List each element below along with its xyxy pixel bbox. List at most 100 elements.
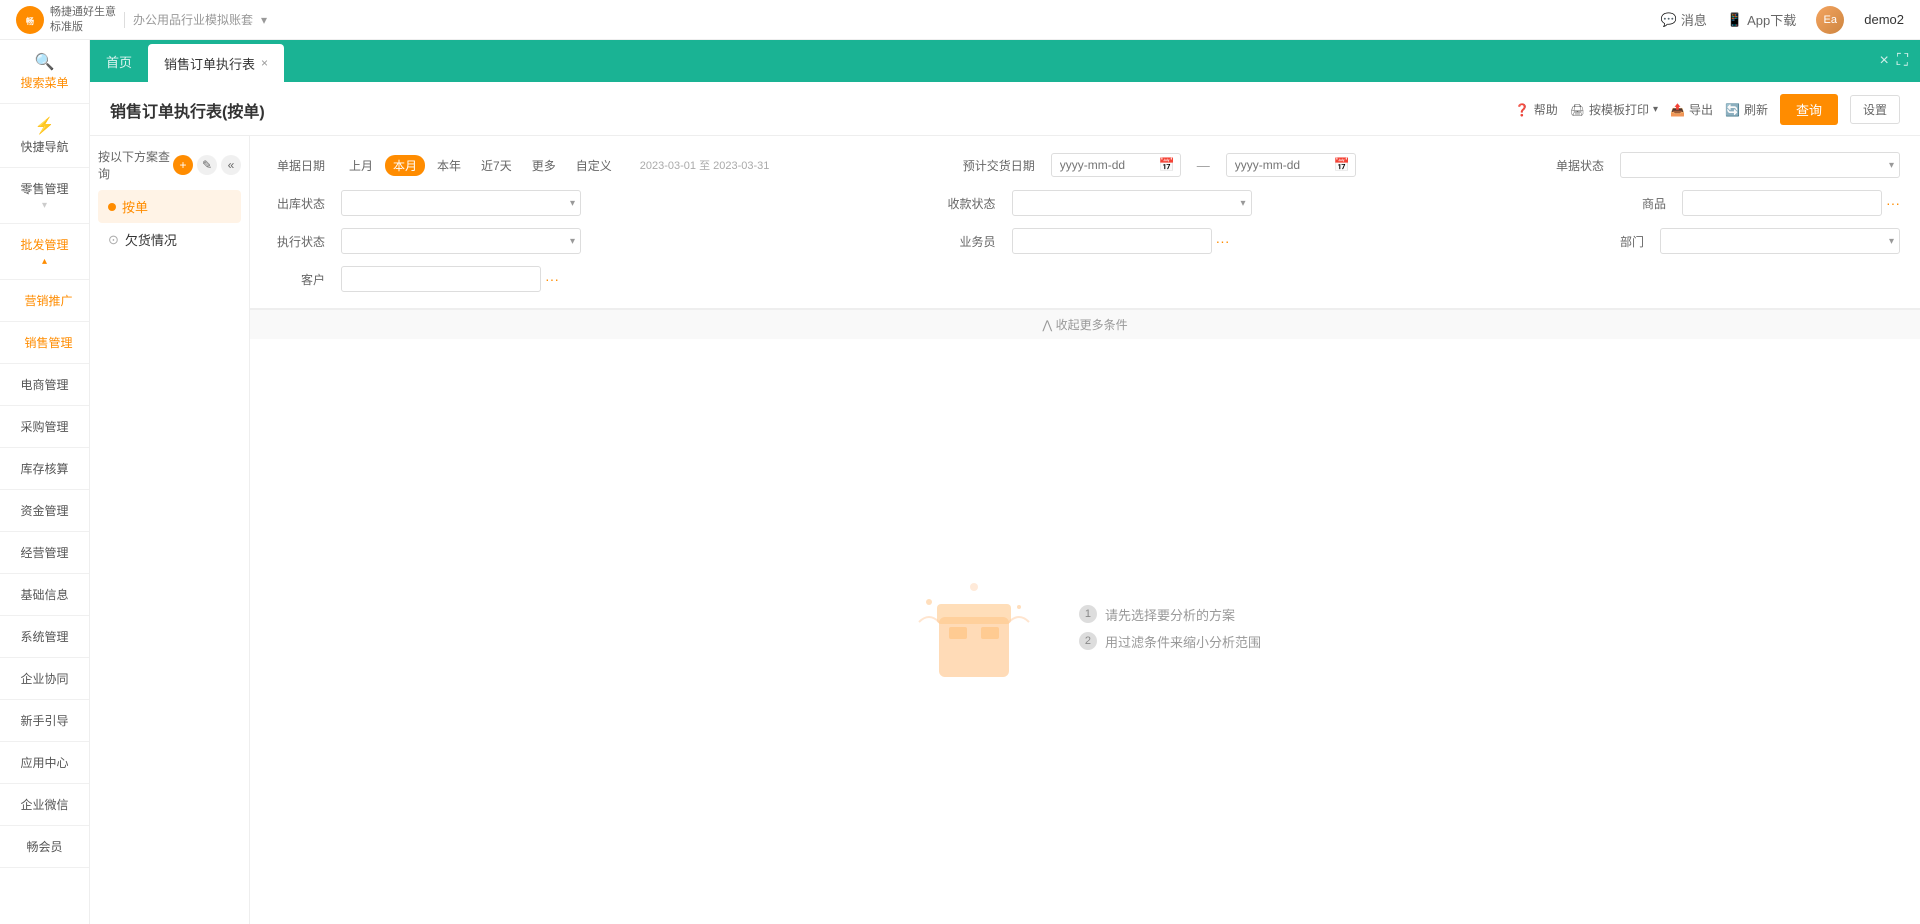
tab-close-window[interactable]: × [1879, 52, 1888, 70]
sidebar-item-inventory[interactable]: 库存核算 [0, 448, 89, 490]
product-dots-btn[interactable]: ··· [1886, 195, 1900, 211]
out-status-select[interactable] [341, 190, 581, 216]
messages-btn[interactable]: 💬 消息 [1661, 10, 1707, 29]
sidebar-item-ecommerce[interactable]: 电商管理 [0, 364, 89, 406]
sidebar-item-quicknav[interactable]: ⚡ 快捷导航 [0, 104, 89, 168]
help-btn[interactable]: ❓ 帮助 [1515, 101, 1558, 118]
sidebar-item-finance[interactable]: 资金管理 [0, 490, 89, 532]
sidebar-sub-sales[interactable]: 销售管理 [0, 322, 89, 364]
sidebar-item-operations[interactable]: 经营管理 [0, 532, 89, 574]
username[interactable]: demo2 [1864, 12, 1904, 27]
sidebar-item-retail[interactable]: 零售管理 ▾ [0, 168, 89, 224]
tab-close-btn[interactable]: × [261, 56, 268, 70]
date-tag-custom[interactable]: 自定义 [568, 155, 620, 176]
date-tag-more[interactable]: 更多 [524, 155, 564, 176]
date-tag-7days[interactable]: 近7天 [473, 155, 520, 176]
sidebar-item-wholesale[interactable]: 批发管理 ▴ [0, 224, 89, 280]
nav-item-by-order[interactable]: 按单 [98, 190, 241, 223]
date-tag-thisyear[interactable]: 本年 [429, 155, 469, 176]
retail-label: 零售管理 [8, 180, 81, 197]
product-input[interactable] [1682, 190, 1882, 216]
exec-status-field: ▾ [341, 228, 581, 254]
product-field: ··· [1682, 190, 1900, 216]
date-tag-lastmonth[interactable]: 上月 [341, 155, 381, 176]
tab-sales-exec[interactable]: 销售订单执行表 × [148, 44, 284, 82]
date-end-input[interactable] [1226, 153, 1356, 177]
refresh-icon: 🔄 [1725, 103, 1740, 117]
collect-status-label: 收款状态 [941, 195, 996, 212]
tab-expand-btn[interactable]: ⛶ [1897, 52, 1908, 70]
edit-scheme-btn[interactable]: ✎ [197, 155, 217, 175]
date-start-input[interactable] [1051, 153, 1181, 177]
panel-title: 按以下方案查询 [98, 148, 173, 182]
exec-status-select[interactable] [341, 228, 581, 254]
print-icon: 🖨 [1570, 103, 1585, 117]
print-btn[interactable]: 🖨 按模板打印 ▾ [1570, 101, 1658, 118]
sidebar-item-member[interactable]: 畅会员 [0, 826, 89, 868]
sidebar-item-newbie[interactable]: 新手引导 [0, 700, 89, 742]
date-end-wrap: 📅 [1226, 153, 1356, 177]
date-tag-thismonth[interactable]: 本月 [385, 155, 425, 176]
svg-text:畅: 畅 [26, 16, 34, 26]
nav-dot-active [108, 203, 116, 211]
sidebar-item-search[interactable]: 🔍 搜索菜单 [0, 40, 89, 104]
hint-text-2: 用过滤条件来缩小分析范围 [1105, 632, 1261, 651]
left-nav-panel: 按以下方案查询 + ✎ « 按单 ⊙ 欠货情况 [90, 136, 250, 924]
nav-item-debt[interactable]: ⊙ 欠货情况 [98, 223, 241, 256]
refresh-btn[interactable]: 🔄 刷新 [1725, 101, 1768, 118]
customer-dots-btn[interactable]: ··· [545, 271, 559, 287]
filter-section: 单据日期 上月 本月 本年 近7天 更多 自定义 2023-03-01 至 20… [250, 136, 1920, 924]
active-tab-label: 销售订单执行表 [164, 54, 255, 73]
status-select[interactable] [1620, 152, 1900, 178]
sidebar-item-purchase[interactable]: 采购管理 [0, 406, 89, 448]
sidebar-item-system[interactable]: 系统管理 [0, 616, 89, 658]
customer-input[interactable] [341, 266, 541, 292]
avatar[interactable]: Ea [1816, 6, 1844, 34]
salesman-input[interactable] [1012, 228, 1212, 254]
collect-status-field: ▾ [1012, 190, 1252, 216]
date-separator: — [1197, 158, 1210, 173]
sidebar-item-enterprise[interactable]: 企业协同 [0, 658, 89, 700]
sidebar-sub-marketing[interactable]: 营销推广 [0, 280, 89, 322]
collapse-panel-btn[interactable]: « [221, 155, 241, 175]
home-tab-label: 首页 [106, 52, 132, 71]
breadcrumb-dropdown[interactable]: ▾ [261, 13, 267, 27]
data-area: 1 请先选择要分析的方案 2 用过滤条件来缩小分析范围 [250, 339, 1920, 924]
message-icon: 💬 [1661, 12, 1677, 28]
empty-hints: 1 请先选择要分析的方案 2 用过滤条件来缩小分析范围 [1079, 605, 1261, 659]
dept-label: 部门 [1589, 233, 1644, 250]
sidebar-item-appstore[interactable]: 应用中心 [0, 742, 89, 784]
export-btn[interactable]: 📤 导出 [1670, 101, 1713, 118]
hint-text-1: 请先选择要分析的方案 [1105, 605, 1235, 624]
quicknav-icon: ⚡ [8, 116, 81, 136]
logo-text: 畅捷通好生意 标准版 [50, 5, 116, 34]
salesman-label: 业务员 [941, 233, 996, 250]
query-btn[interactable]: 查询 [1780, 94, 1838, 125]
collect-status-select[interactable] [1012, 190, 1252, 216]
add-scheme-btn[interactable]: + [173, 155, 193, 175]
salesman-dots-btn[interactable]: ··· [1216, 233, 1230, 249]
help-icon: ❓ [1515, 103, 1530, 117]
status-label: 单据状态 [1549, 157, 1604, 174]
app-download-btn[interactable]: 📱 App下载 [1727, 10, 1796, 29]
settings-btn[interactable]: 设置 [1850, 95, 1900, 124]
breadcrumb: 办公用品行业模拟账套 [133, 11, 253, 28]
tab-home[interactable]: 首页 [90, 40, 148, 82]
sidebar-item-basic[interactable]: 基础信息 [0, 574, 89, 616]
date-tags: 上月 本月 本年 近7天 更多 自定义 [341, 155, 620, 176]
search-icon: 🔍 [8, 52, 81, 72]
sidebar-item-wechat[interactable]: 企业微信 [0, 784, 89, 826]
wholesale-label: 批发管理 [8, 236, 81, 253]
download-icon: 📱 [1727, 12, 1743, 28]
expected-date-label: 预计交货日期 [963, 157, 1035, 174]
out-status-field: ▾ [341, 190, 581, 216]
exec-status-label: 执行状态 [270, 233, 325, 250]
date-start-wrap: 📅 [1051, 153, 1181, 177]
dept-select[interactable] [1660, 228, 1900, 254]
date-range-display: 2023-03-01 至 2023-03-31 [640, 157, 770, 173]
collapse-icon: ⋀ [1042, 318, 1052, 332]
out-status-label: 出库状态 [270, 195, 325, 212]
empty-illustration [909, 572, 1039, 692]
status-field: ▾ [1620, 152, 1900, 178]
collapse-bar[interactable]: ⋀ 收起更多条件 [250, 309, 1920, 339]
